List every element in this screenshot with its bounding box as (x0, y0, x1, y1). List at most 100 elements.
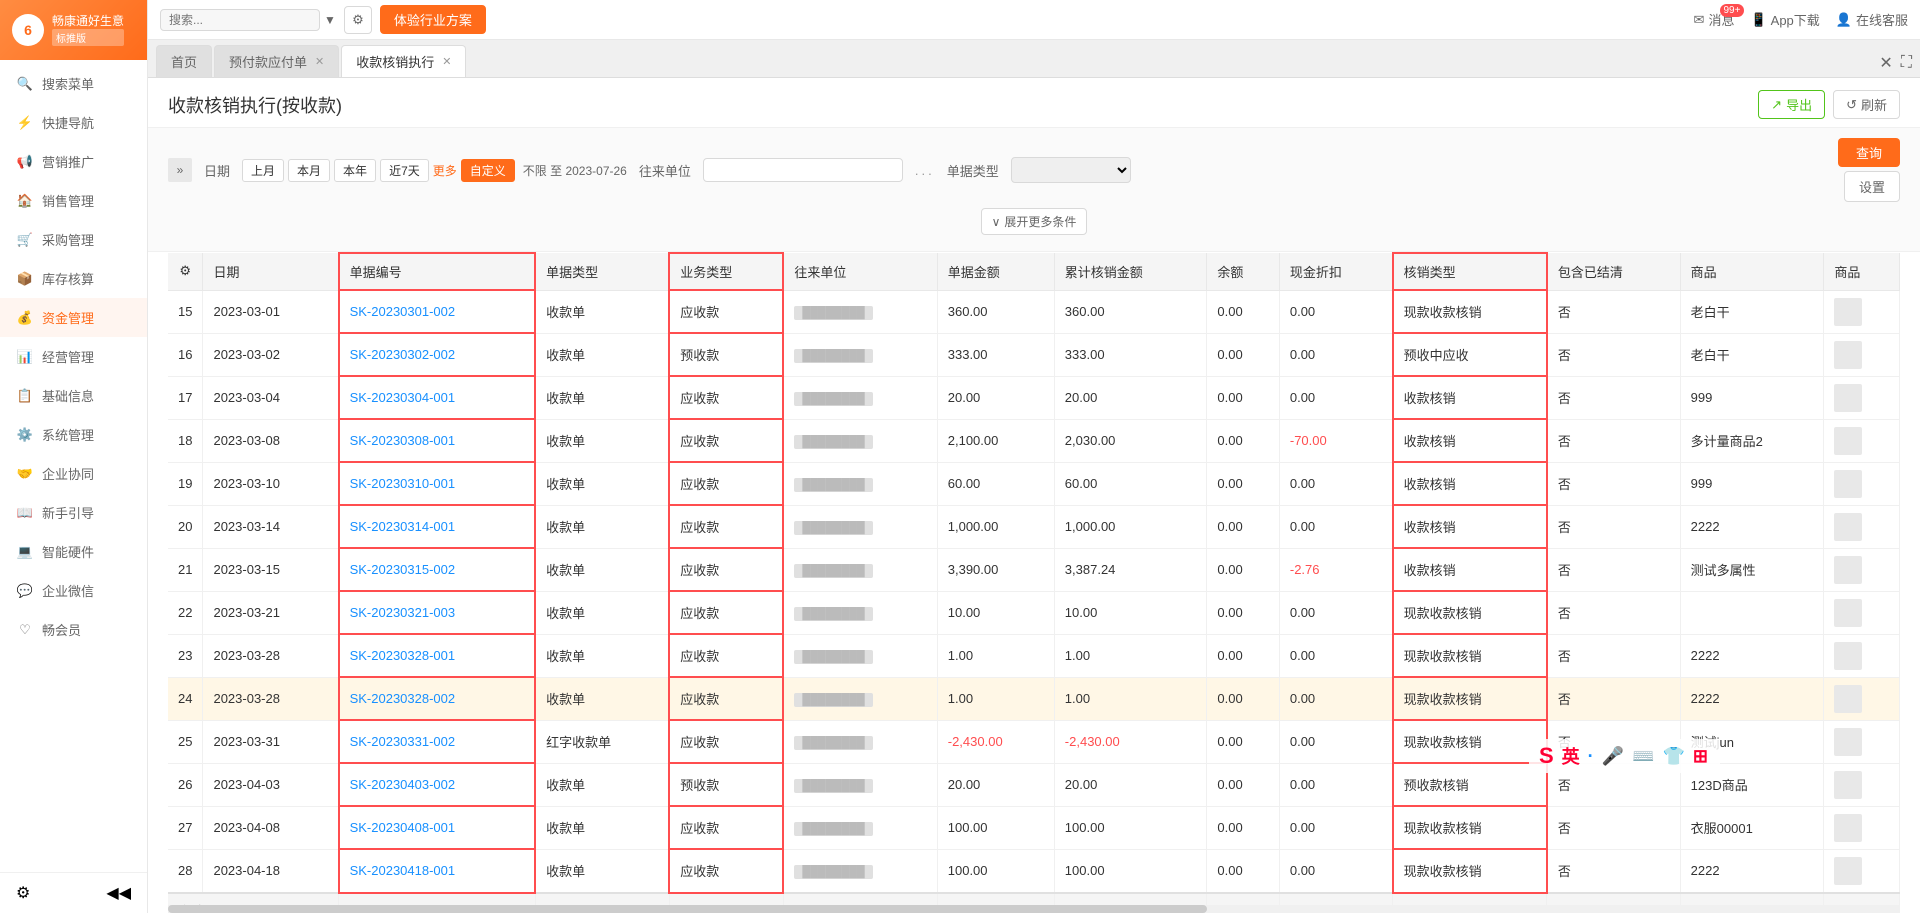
tab-1[interactable]: 预付款应付单✕ (214, 45, 339, 77)
cell-date: 2023-03-31 (203, 720, 339, 763)
filter-dots: ... (915, 163, 935, 178)
table-container: ⚙ 日期 单据编号 单据类型 业务类型 往来单位 单据金额 累计核销金额 余额 … (148, 252, 1920, 905)
bill-no-link[interactable]: SK-20230328-001 (350, 648, 456, 663)
sidebar-item-guide[interactable]: 新手引导 (0, 493, 147, 532)
cell-bill-no: SK-20230301-002 (339, 290, 536, 333)
bill-no-link[interactable]: SK-20230310-001 (350, 476, 456, 491)
cell-write-off-type: 收款核销 (1393, 419, 1547, 462)
table-row: 26 2023-04-03 SK-20230403-002 收款单 预收款 ██… (168, 763, 1900, 806)
sidebar-item-purchase[interactable]: 采购管理 (0, 220, 147, 259)
th-write-off-type: 核销类型 (1393, 253, 1547, 290)
topbar-gear-btn[interactable]: ⚙ (344, 6, 372, 34)
date-btn-last-month[interactable]: 上月 (242, 159, 284, 182)
footer-total (1054, 893, 1207, 906)
cell-cash-discount: 0.00 (1279, 677, 1392, 720)
bill-no-link[interactable]: SK-20230304-001 (350, 390, 456, 405)
cell-no: 17 (168, 376, 203, 419)
bill-no-link[interactable]: SK-20230315-002 (350, 562, 456, 577)
th-biz-type: 业务类型 (669, 253, 783, 290)
horizontal-scrollbar[interactable] (168, 905, 1900, 913)
search-icon (16, 75, 34, 93)
sidebar-item-manage[interactable]: 经营管理 (0, 337, 147, 376)
bill-type-select[interactable] (1011, 157, 1131, 183)
corp-icon (16, 465, 34, 483)
sidebar-item-wechat[interactable]: 企业微信 (0, 571, 147, 610)
table-row: 15 2023-03-01 SK-20230301-002 收款单 应收款 ██… (168, 290, 1900, 333)
table-row: 24 2023-03-28 SK-20230328-002 收款单 应收款 ██… (168, 677, 1900, 720)
settings-btn[interactable]: 设置 (1844, 171, 1900, 202)
sidebar-item-member[interactable]: 畅会员 (0, 610, 147, 649)
bill-no-link[interactable]: SK-20230403-002 (350, 777, 456, 792)
cell-bill-no: SK-20230304-001 (339, 376, 536, 419)
th-settings[interactable]: ⚙ (168, 253, 203, 290)
bill-no-link[interactable]: SK-20230418-001 (350, 863, 456, 878)
cell-write-off-type: 预收中应收 (1393, 333, 1547, 376)
date-btn-this-month[interactable]: 本月 (288, 159, 330, 182)
tab-close-all-icon[interactable]: ✕ (1879, 53, 1892, 73)
cell-date: 2023-04-03 (203, 763, 339, 806)
cell-product: 多计量商品2 (1680, 419, 1824, 462)
tab-2[interactable]: 收款核销执行✕ (341, 45, 466, 77)
cell-product2 (1824, 763, 1900, 806)
topbar-app-download[interactable]: 📱 App下载 (1750, 10, 1819, 29)
cell-partner: ████████ (783, 849, 937, 893)
cell-bill-type: 收款单 (535, 376, 669, 419)
settings-icon[interactable]: ⚙ (16, 883, 30, 903)
export-btn[interactable]: ↗ 导出 (1758, 90, 1825, 119)
sidebar-item-search[interactable]: 搜索菜单 (0, 64, 147, 103)
sidebar-item-basic[interactable]: 基础信息 (0, 376, 147, 415)
cell-bill-no: SK-20230408-001 (339, 806, 536, 849)
cell-bill-type: 收款单 (535, 677, 669, 720)
page-title: 收款核销执行(按收款) (168, 92, 342, 118)
refresh-btn[interactable]: ↺ 刷新 (1833, 90, 1900, 119)
table-row: 16 2023-03-02 SK-20230302-002 收款单 预收款 ██… (168, 333, 1900, 376)
bill-no-link[interactable]: SK-20230302-002 (350, 347, 456, 362)
th-partner: 往来单位 (783, 253, 937, 290)
bill-no-link[interactable]: SK-20230321-003 (350, 605, 456, 620)
sidebar-item-finance[interactable]: 资金管理 (0, 298, 147, 337)
date-btn-7days[interactable]: 近7天 (380, 159, 429, 182)
cell-cash-discount: 0.00 (1279, 849, 1392, 893)
collapse-icon[interactable]: ◀◀ (106, 883, 131, 903)
sidebar-item-inventory[interactable]: 库存核算 (0, 259, 147, 298)
sidebar-item-corp[interactable]: 企业协同 (0, 454, 147, 493)
expand-more-btn[interactable]: ∨ 展开更多条件 (981, 208, 1088, 235)
filter-date-btns: 上月 本月 本年 近7天 更多 自定义 不限 至 2023-07-26 (242, 159, 627, 182)
sidebar: 6 畅康通好生意 标推版 搜索菜单快捷导航营销推广销售管理采购管理库存核算资金管… (0, 0, 148, 913)
sidebar-item-sales[interactable]: 销售管理 (0, 181, 147, 220)
tab-close-2[interactable]: ✕ (442, 55, 451, 68)
bill-no-link[interactable]: SK-20230328-002 (350, 691, 456, 706)
topbar-dropdown-icon[interactable]: ▼ (324, 13, 336, 27)
date-btn-custom[interactable]: 自定义 (461, 159, 515, 182)
tab-close-1[interactable]: ✕ (315, 55, 324, 68)
filter-expand-btn[interactable]: » (168, 158, 192, 182)
cell-partner: ████████ (783, 677, 937, 720)
topbar-messages[interactable]: ✉ 消息 99+ (1694, 10, 1735, 29)
filter-row-1: » 日期 上月 本月 本年 近7天 更多 自定义 不限 至 2023-07-26… (168, 138, 1900, 202)
sidebar-item-device[interactable]: 智能硬件 (0, 532, 147, 571)
topbar-search-input[interactable] (160, 9, 320, 31)
tab-0[interactable]: 首页 (156, 45, 212, 77)
date-btn-this-year[interactable]: 本年 (334, 159, 376, 182)
cell-partner: ████████ (783, 806, 937, 849)
cell-total-write-off: 20.00 (1054, 763, 1207, 806)
bill-no-link[interactable]: SK-20230301-002 (350, 304, 456, 319)
tab-fullscreen-icon[interactable]: ⛶ (1901, 54, 1912, 72)
cell-include-settled: 否 (1547, 333, 1680, 376)
scroll-thumb[interactable] (168, 905, 1207, 913)
cell-bill-no: SK-20230310-001 (339, 462, 536, 505)
topbar-online-service[interactable]: 👤 在线客服 (1836, 10, 1908, 29)
bill-no-link[interactable]: SK-20230408-001 (350, 820, 456, 835)
bill-no-link[interactable]: SK-20230314-001 (350, 519, 456, 534)
sidebar-item-market[interactable]: 营销推广 (0, 142, 147, 181)
sidebar-item-nav[interactable]: 快捷导航 (0, 103, 147, 142)
cell-write-off-type: 现款收款核销 (1393, 677, 1547, 720)
date-more-btn[interactable]: 更多 (433, 162, 457, 179)
query-btn[interactable]: 查询 (1838, 138, 1900, 167)
topbar-solution-btn[interactable]: 体验行业方案 (380, 5, 486, 34)
sidebar-item-system[interactable]: 系统管理 (0, 415, 147, 454)
cell-biz-type: 应收款 (669, 634, 783, 677)
bill-no-link[interactable]: SK-20230331-002 (350, 734, 456, 749)
partner-input[interactable] (703, 158, 903, 182)
bill-no-link[interactable]: SK-20230308-001 (350, 433, 456, 448)
